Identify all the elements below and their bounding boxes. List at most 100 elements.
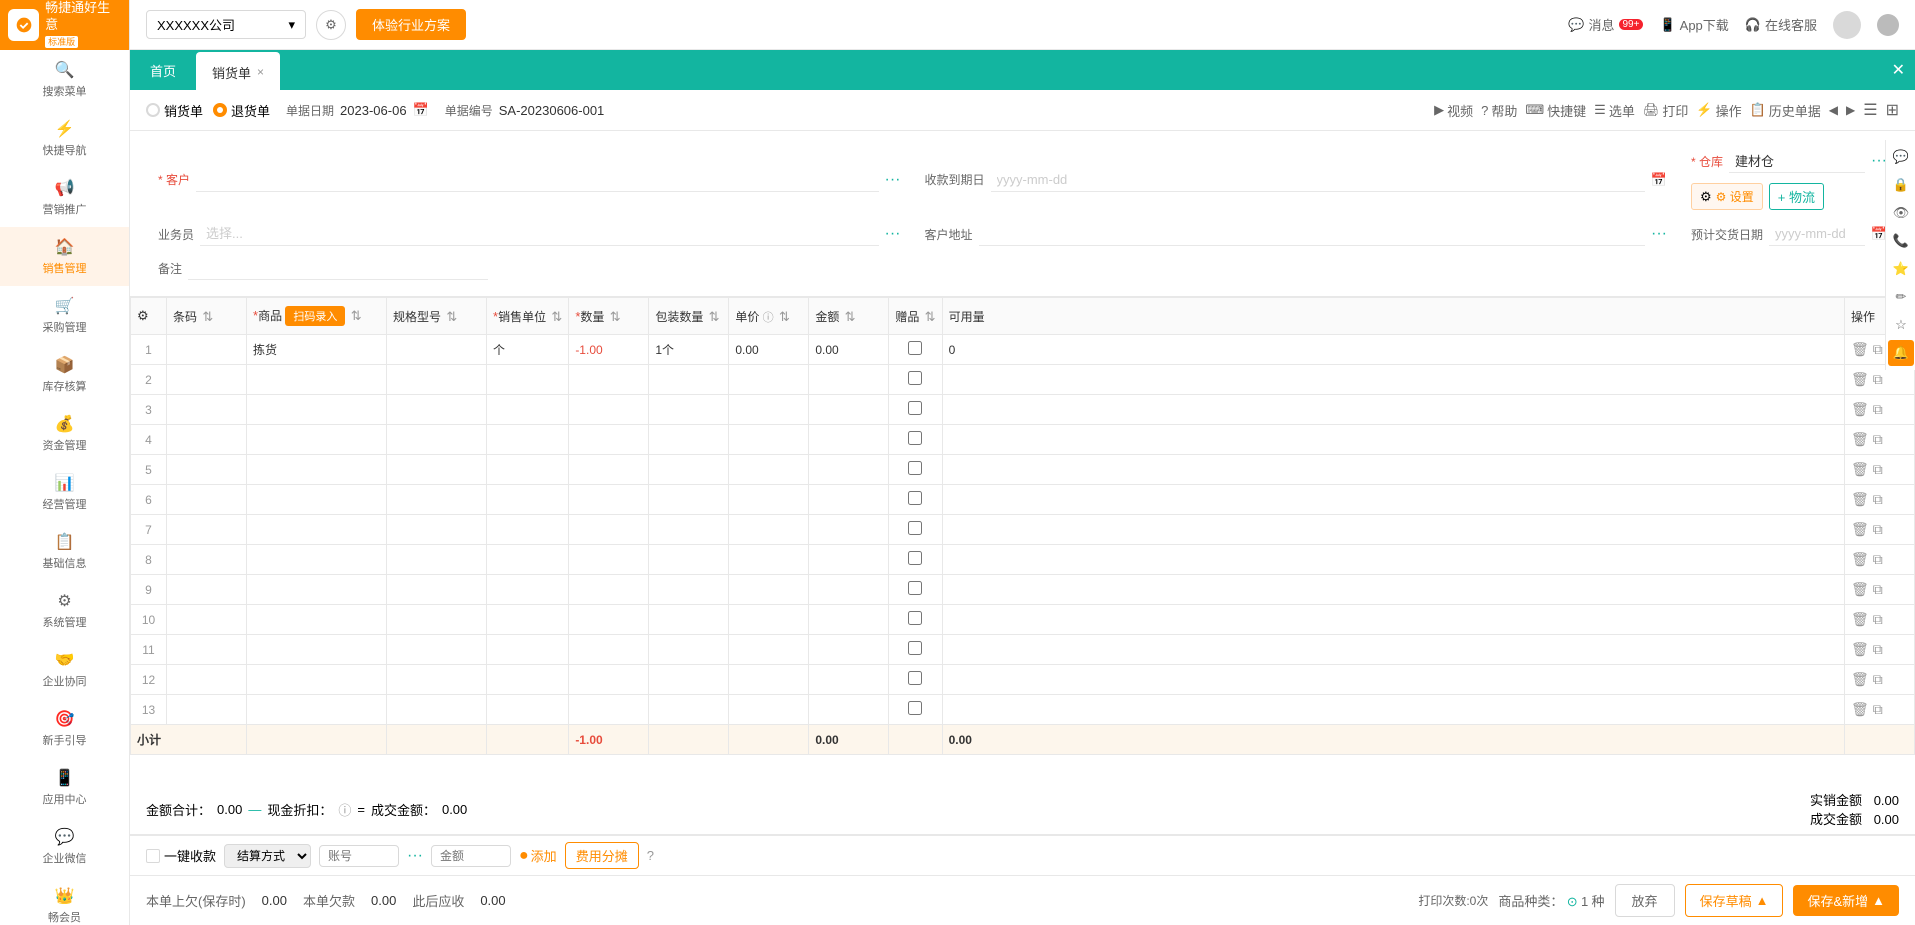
grid-view-btn[interactable]: ⊞ xyxy=(1886,100,1899,120)
delete-icon-3[interactable]: 🗑 xyxy=(1851,401,1869,418)
cell-barcode-3[interactable] xyxy=(167,395,247,425)
right-tool-orange[interactable]: 🔔 xyxy=(1888,340,1914,366)
cell-gift-3[interactable] xyxy=(889,395,942,425)
sort-barcode-icon[interactable]: ⇅ xyxy=(202,309,213,324)
payment-help-icon[interactable]: ? xyxy=(647,848,654,863)
list-view-btn[interactable]: ☰ xyxy=(1863,100,1877,120)
cell-product-3[interactable] xyxy=(247,395,387,425)
sidebar-item-inventory[interactable]: 📦库存核算 xyxy=(0,345,129,404)
cell-spec-3[interactable] xyxy=(387,395,487,425)
cell-spec-7[interactable] xyxy=(387,515,487,545)
cell-packqty-6[interactable] xyxy=(649,485,729,515)
sidebar-item-quick-nav[interactable]: ⚡快捷导航 xyxy=(0,109,129,168)
customer-address-input[interactable] xyxy=(979,222,1646,246)
cell-gift-11[interactable] xyxy=(889,635,942,665)
cell-product-8[interactable] xyxy=(247,545,387,575)
cell-product-10[interactable] xyxy=(247,605,387,635)
gift-checkbox-3[interactable] xyxy=(908,401,922,415)
cell-qty-13[interactable] xyxy=(569,695,649,725)
shortcut-btn[interactable]: ⌨ 快捷键 xyxy=(1525,101,1586,120)
copy-icon-4[interactable]: ⧉ xyxy=(1873,431,1883,448)
cell-packqty-7[interactable] xyxy=(649,515,729,545)
cell-amount-1[interactable]: 0.00 xyxy=(809,335,889,365)
sort-unit-icon[interactable]: ⇅ xyxy=(551,309,562,324)
cell-amount-6[interactable] xyxy=(809,485,889,515)
cell-unit-3[interactable] xyxy=(487,395,569,425)
cell-unit-8[interactable] xyxy=(487,545,569,575)
cell-price-5[interactable] xyxy=(729,455,809,485)
cell-gift-6[interactable] xyxy=(889,485,942,515)
right-tool-star[interactable]: ☆ xyxy=(1888,312,1914,338)
sidebar-item-finance[interactable]: 💰资金管理 xyxy=(0,404,129,463)
copy-icon-9[interactable]: ⧉ xyxy=(1873,581,1883,598)
cell-gift-7[interactable] xyxy=(889,515,942,545)
customer-more-btn[interactable]: ··· xyxy=(885,171,901,189)
cell-unit-13[interactable] xyxy=(487,695,569,725)
gift-checkbox-12[interactable] xyxy=(908,671,922,685)
cell-gift-4[interactable] xyxy=(889,425,942,455)
one-click-checkbox[interactable] xyxy=(146,849,160,863)
cell-unit-10[interactable] xyxy=(487,605,569,635)
cell-amount-3[interactable] xyxy=(809,395,889,425)
cell-packqty-9[interactable] xyxy=(649,575,729,605)
sidebar-item-marketing[interactable]: 📢营销推广 xyxy=(0,168,129,227)
gear-button[interactable]: ⚙ xyxy=(316,10,346,40)
cell-amount-8[interactable] xyxy=(809,545,889,575)
cell-packqty-5[interactable] xyxy=(649,455,729,485)
avatar[interactable] xyxy=(1833,11,1861,39)
delete-icon-10[interactable]: 🗑 xyxy=(1851,611,1869,628)
history-btn[interactable]: 📋 历史单据 xyxy=(1750,101,1821,120)
message-item[interactable]: 💬 消息 99+ xyxy=(1568,15,1643,34)
prev-btn[interactable]: ◀ xyxy=(1829,103,1838,117)
cell-product-4[interactable] xyxy=(247,425,387,455)
cell-product-1[interactable]: 拣货 xyxy=(247,335,387,365)
customer-input[interactable] xyxy=(196,168,878,192)
cell-price-9[interactable] xyxy=(729,575,809,605)
cell-qty-9[interactable] xyxy=(569,575,649,605)
settings-btn[interactable]: ⚙ ⚙ 设置 xyxy=(1691,183,1763,210)
cell-packqty-3[interactable] xyxy=(649,395,729,425)
cell-product-12[interactable] xyxy=(247,665,387,695)
cell-barcode-7[interactable] xyxy=(167,515,247,545)
cell-packqty-13[interactable] xyxy=(649,695,729,725)
sidebar-item-member[interactable]: 👑畅会员 xyxy=(0,876,129,925)
cell-gift-5[interactable] xyxy=(889,455,942,485)
tab-sale-order[interactable]: 销货单 × xyxy=(196,52,280,92)
cell-gift-8[interactable] xyxy=(889,545,942,575)
cell-packqty-2[interactable] xyxy=(649,365,729,395)
cell-qty-12[interactable] xyxy=(569,665,649,695)
right-tool-phone[interactable]: 📞 xyxy=(1888,228,1914,254)
copy-icon-7[interactable]: ⧉ xyxy=(1873,521,1883,538)
company-select[interactable]: XXXXXX公司 ▾ xyxy=(146,10,306,39)
right-tool-eye[interactable]: 👁 xyxy=(1888,200,1914,226)
sidebar-item-base-info[interactable]: 📋基础信息 xyxy=(0,522,129,581)
delete-icon-8[interactable]: 🗑 xyxy=(1851,551,1869,568)
delete-icon-9[interactable]: 🗑 xyxy=(1851,581,1869,598)
sidebar-item-app-center[interactable]: 📱应用中心 xyxy=(0,758,129,817)
cell-qty-3[interactable] xyxy=(569,395,649,425)
right-tool-chat[interactable]: 💬 xyxy=(1888,144,1914,170)
cell-product-5[interactable] xyxy=(247,455,387,485)
cell-barcode-9[interactable] xyxy=(167,575,247,605)
cell-barcode-2[interactable] xyxy=(167,365,247,395)
logistics-btn[interactable]: + 物流 xyxy=(1769,183,1824,210)
copy-icon-1[interactable]: ⧉ xyxy=(1873,341,1883,358)
cell-packqty-4[interactable] xyxy=(649,425,729,455)
cell-spec-8[interactable] xyxy=(387,545,487,575)
cell-amount-4[interactable] xyxy=(809,425,889,455)
cell-qty-5[interactable] xyxy=(569,455,649,485)
radio-sale[interactable]: 销货单 xyxy=(146,101,203,120)
cell-spec-12[interactable] xyxy=(387,665,487,695)
cell-packqty-12[interactable] xyxy=(649,665,729,695)
cell-packqty-11[interactable] xyxy=(649,635,729,665)
gift-checkbox-9[interactable] xyxy=(908,581,922,595)
cell-qty-2[interactable] xyxy=(569,365,649,395)
cell-qty-4[interactable] xyxy=(569,425,649,455)
cell-product-7[interactable] xyxy=(247,515,387,545)
cell-qty-1[interactable]: -1.00 xyxy=(569,335,649,365)
cell-barcode-12[interactable] xyxy=(167,665,247,695)
tab-home[interactable]: 首页 xyxy=(130,50,196,90)
sidebar-item-guide[interactable]: 🎯新手引导 xyxy=(0,699,129,758)
gift-checkbox-4[interactable] xyxy=(908,431,922,445)
help-btn[interactable]: ? 帮助 xyxy=(1481,101,1517,120)
